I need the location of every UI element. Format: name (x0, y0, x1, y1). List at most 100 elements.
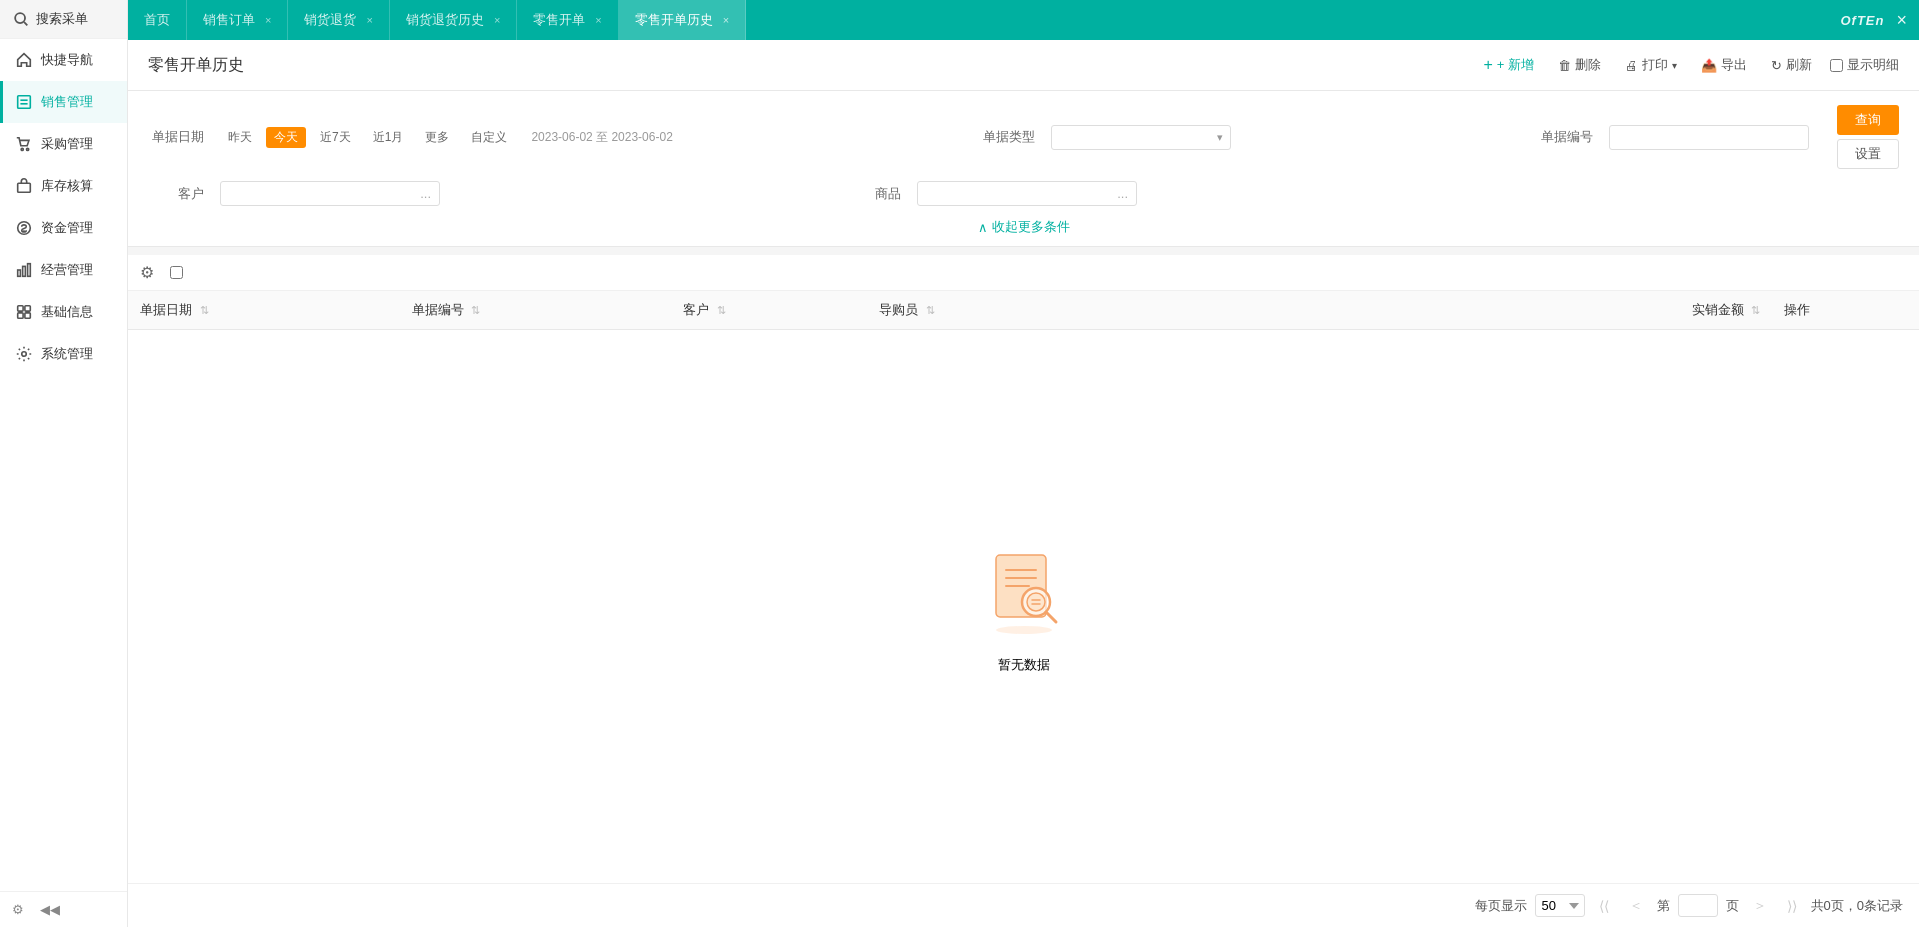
tab-retail-history-label: 零售开单历史 (635, 11, 713, 29)
type-select-wrap (1051, 125, 1231, 150)
col-guide-sort[interactable]: ⇅ (926, 304, 935, 316)
number-filter-input[interactable] (1609, 125, 1809, 150)
window-close-btn[interactable]: × (1896, 10, 1907, 31)
tab-retail-history-close[interactable]: × (723, 14, 729, 26)
inventory-icon (15, 177, 33, 195)
col-date-label: 单据日期 (140, 302, 192, 317)
tab-home-label: 首页 (144, 11, 170, 29)
sidebar: 搜索采单 快捷导航 销售管理 采购管理 库存核算 (0, 0, 128, 927)
svg-rect-11 (28, 264, 31, 277)
col-date: 单据日期 ⇅ (128, 291, 400, 330)
goods-dots-icon[interactable]: ... (1117, 186, 1128, 201)
shortcut-today[interactable]: 今天 (266, 127, 306, 148)
query-button[interactable]: 查询 (1837, 105, 1899, 135)
settings-button[interactable]: 设置 (1837, 139, 1899, 169)
page-label: 第 (1657, 897, 1670, 915)
search-menu-item[interactable]: 搜索采单 (0, 0, 127, 39)
sidebar-item-basic-info[interactable]: 基础信息 (0, 291, 127, 333)
print-button[interactable]: 🖨 打印 ▾ (1619, 52, 1683, 78)
svg-rect-12 (18, 306, 23, 311)
display-detail-checkbox[interactable]: 显示明细 (1830, 56, 1899, 74)
sidebar-item-inventory[interactable]: 库存核算 (0, 165, 127, 207)
sidebar-item-label: 采购管理 (41, 135, 93, 153)
first-page-btn[interactable]: ⟨⟨ (1593, 896, 1615, 916)
type-filter-label: 单据类型 (979, 128, 1035, 146)
svg-point-6 (27, 148, 29, 150)
tab-sales-return-close[interactable]: × (366, 14, 372, 26)
collapse-bar[interactable]: ∧ 收起更多条件 (148, 218, 1899, 236)
collapse-up-icon: ∧ (978, 220, 988, 235)
svg-point-16 (22, 352, 27, 357)
shortcut-custom[interactable]: 自定义 (463, 127, 515, 148)
sidebar-item-finance[interactable]: 资金管理 (0, 207, 127, 249)
col-action-label: 操作 (1784, 302, 1810, 317)
sidebar-item-sales[interactable]: 销售管理 (0, 81, 127, 123)
tab-sales-order[interactable]: 销售订单 × (187, 0, 288, 40)
empty-illustration (974, 540, 1074, 640)
svg-rect-9 (18, 270, 21, 276)
goods-filter-input[interactable] (926, 186, 1113, 201)
pagination: 每页显示 50 10 20 100 ⟨⟨ ＜ 第 1 页 ＞ ⟩⟩ 共0页，0条… (128, 883, 1919, 927)
settings-bottom-icon[interactable]: ⚙ (12, 902, 24, 917)
tab-sales-return-history-close[interactable]: × (494, 14, 500, 26)
shortcut-more[interactable]: 更多 (417, 127, 457, 148)
col-amount-sort[interactable]: ⇅ (1751, 304, 1760, 316)
tab-sales-return-history[interactable]: 销货退货历史 × (390, 0, 517, 40)
customer-dots-icon[interactable]: ... (420, 186, 431, 201)
shortcut-yesterday[interactable]: 昨天 (220, 127, 260, 148)
add-button[interactable]: + + 新增 (1477, 52, 1540, 78)
delete-button[interactable]: 🗑 删除 (1552, 52, 1607, 78)
collapse-label: 收起更多条件 (992, 218, 1070, 236)
tab-retail-history[interactable]: 零售开单历史 × (619, 0, 746, 40)
customer-filter-wrap[interactable]: ... (220, 181, 440, 206)
page-input[interactable]: 1 (1678, 894, 1718, 917)
sidebar-item-system[interactable]: 系统管理 (0, 333, 127, 375)
refresh-icon: ↻ (1771, 58, 1782, 73)
sidebar-item-quick-nav[interactable]: 快捷导航 (0, 39, 127, 81)
col-customer-sort[interactable]: ⇅ (717, 304, 726, 316)
type-select[interactable] (1051, 125, 1231, 150)
svg-point-24 (1027, 593, 1045, 611)
col-number-sort[interactable]: ⇅ (471, 304, 480, 316)
tab-sales-order-label: 销售订单 (203, 11, 255, 29)
col-customer: 客户 ⇅ (671, 291, 866, 330)
per-page-select[interactable]: 50 10 20 100 (1535, 894, 1585, 917)
col-customer-label: 客户 (683, 302, 709, 317)
tab-home[interactable]: 首页 (128, 0, 187, 40)
col-date-sort[interactable]: ⇅ (200, 304, 209, 316)
svg-rect-14 (18, 313, 23, 318)
print-arrow: ▾ (1672, 60, 1677, 71)
date-range-display: 2023-06-02 至 2023-06-02 (531, 129, 672, 146)
customer-filter-input[interactable] (229, 186, 416, 201)
prev-page-btn[interactable]: ＜ (1623, 895, 1649, 917)
tab-retail-open[interactable]: 零售开单 × (517, 0, 618, 40)
filter-row-1: 单据日期 昨天 今天 近7天 近1月 更多 自定义 2023-06-02 至 2… (148, 105, 1899, 169)
col-action: 操作 (1772, 291, 1919, 330)
sidebar-item-purchase[interactable]: 采购管理 (0, 123, 127, 165)
search-label: 搜索采单 (36, 10, 88, 28)
sidebar-item-label: 快捷导航 (41, 51, 93, 69)
tab-retail-open-close[interactable]: × (595, 14, 601, 26)
shortcut-1month[interactable]: 近1月 (365, 127, 412, 148)
refresh-button[interactable]: ↻ 刷新 (1765, 52, 1818, 78)
page-header: 零售开单历史 + + 新增 🗑 删除 🖨 打印 ▾ 📤 导出 (128, 40, 1919, 91)
table-settings-icon[interactable]: ⚙ (140, 263, 154, 282)
display-detail-input[interactable] (1830, 59, 1843, 72)
collapse-sidebar-icon[interactable]: ◀◀ (40, 902, 60, 917)
goods-filter-wrap[interactable]: ... (917, 181, 1137, 206)
content-area: 零售开单历史 + + 新增 🗑 删除 🖨 打印 ▾ 📤 导出 (128, 40, 1919, 927)
last-page-btn[interactable]: ⟩⟩ (1781, 896, 1803, 916)
select-all-checkbox[interactable] (170, 266, 183, 279)
tab-sales-order-close[interactable]: × (265, 14, 271, 26)
next-page-btn[interactable]: ＞ (1747, 895, 1773, 917)
shortcut-7days[interactable]: 近7天 (312, 127, 359, 148)
col-number-label: 单据编号 (412, 302, 464, 317)
svg-rect-2 (18, 96, 31, 109)
tab-sales-return[interactable]: 销货退货 × (288, 0, 389, 40)
svg-line-25 (1046, 612, 1056, 622)
export-button[interactable]: 📤 导出 (1695, 52, 1753, 78)
goods-filter-label: 商品 (845, 185, 901, 203)
svg-point-0 (15, 13, 25, 23)
col-guide-label: 导购员 (879, 302, 918, 317)
sidebar-item-operations[interactable]: 经营管理 (0, 249, 127, 291)
